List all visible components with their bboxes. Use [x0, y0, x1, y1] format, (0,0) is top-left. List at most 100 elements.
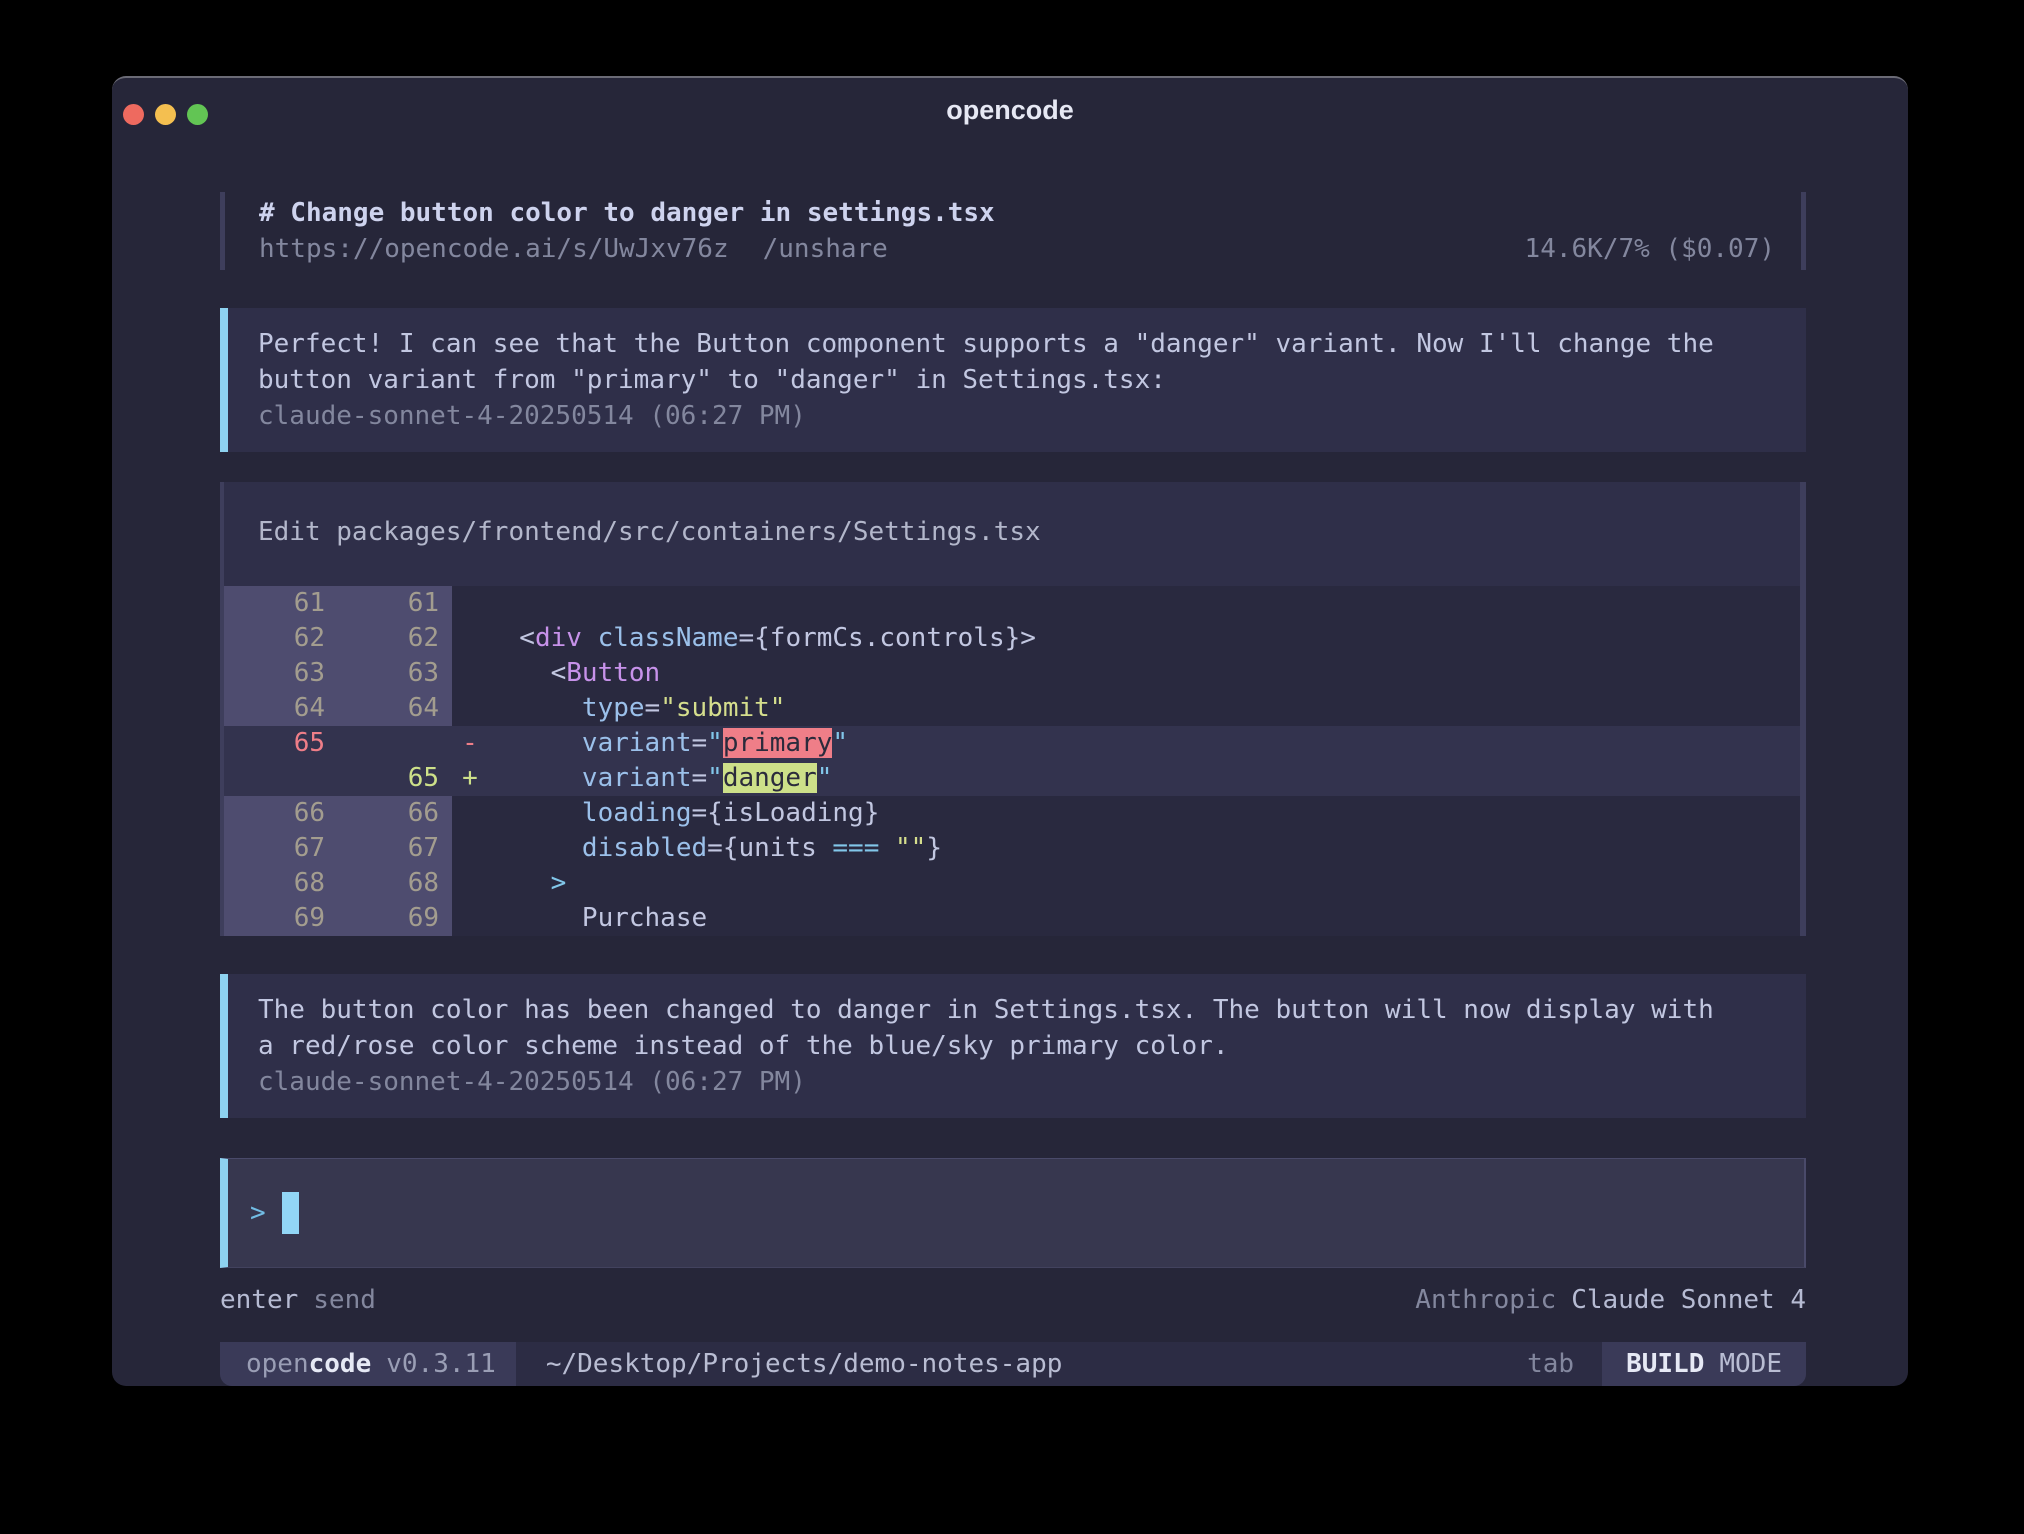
prompt-chevron: > — [250, 1198, 266, 1228]
code-token: " — [832, 728, 848, 758]
diff-rows: 616162 62 <div className={formCs.controls… — [224, 586, 1800, 936]
prompt-input[interactable]: > — [220, 1158, 1806, 1268]
diff-old-line-number — [224, 761, 338, 796]
line-number-text: 67 — [294, 833, 325, 863]
text-cursor — [282, 1192, 299, 1234]
code-token: = — [645, 693, 661, 723]
opencode-window: opencode # Change button color to danger… — [112, 76, 1908, 1386]
diff-new-line-number: 67 — [338, 831, 452, 866]
build-mode-chip: BUILDMODE — [1602, 1342, 1806, 1386]
line-number-text: 69 — [408, 903, 439, 933]
line-number-text: 69 — [294, 903, 325, 933]
diff-old-line-number: 62 — [224, 621, 338, 656]
diff-old-line-number: 69 — [224, 901, 338, 936]
minimize-window-button[interactable] — [155, 104, 176, 125]
diff-code-line — [488, 586, 1800, 621]
diff-row: 65+ variant="danger" — [224, 761, 1800, 796]
session-share-url[interactable]: https://opencode.ai/s/UwJxv76z — [259, 234, 729, 264]
message-meta: claude-sonnet-4-20250514 (06:27 PM) — [258, 398, 1776, 434]
assistant-message: The button color has been changed to dan… — [220, 974, 1806, 1118]
code-token: " — [707, 763, 723, 793]
diff-new-line-number: 63 — [338, 656, 452, 691]
unshare-command[interactable]: /unshare — [763, 234, 888, 264]
code-token: = — [692, 728, 708, 758]
message-line: a red/rose color scheme instead of the b… — [258, 1028, 1776, 1064]
diff-new-line-number: 69 — [338, 901, 452, 936]
diff-sign — [452, 691, 488, 726]
code-token — [488, 868, 551, 898]
code-token: = — [707, 833, 723, 863]
send-hint: entersend — [220, 1284, 376, 1316]
model-indicator: Anthropic Claude Sonnet 4 — [1415, 1284, 1806, 1316]
code-token: "submit" — [660, 693, 785, 723]
line-number-text: 64 — [408, 693, 439, 723]
tab-key-hint[interactable]: tab — [1527, 1349, 1574, 1379]
line-number-text: 65 — [408, 763, 439, 793]
line-number-text: 65 — [294, 728, 325, 758]
code-token: variant — [582, 728, 692, 758]
diff-row: 65- variant="primary" — [224, 726, 1800, 761]
zoom-window-button[interactable] — [187, 104, 208, 125]
line-number-text: 62 — [294, 623, 325, 653]
diff-sign — [452, 656, 488, 691]
hint-row: entersend Anthropic Claude Sonnet 4 — [220, 1284, 1806, 1316]
diff-old-line-number: 66 — [224, 796, 338, 831]
code-token: " — [707, 728, 723, 758]
model-provider: Anthropic — [1415, 1285, 1556, 1315]
code-token: loading — [582, 798, 692, 828]
window-titlebar: opencode — [112, 78, 1908, 140]
diff-new-line-number: 68 — [338, 866, 452, 901]
diff-code-line: Purchase — [488, 901, 1800, 936]
code-token: } — [926, 833, 942, 863]
line-number-text: 63 — [294, 658, 325, 688]
mode-mode-label: MODE — [1719, 1349, 1782, 1379]
diff-old-line-number: 67 — [224, 831, 338, 866]
model-name: Claude Sonnet 4 — [1571, 1285, 1806, 1315]
app-name-code: code — [309, 1349, 372, 1379]
line-number-text: 64 — [294, 693, 325, 723]
line-number-text: 63 — [408, 658, 439, 688]
diff-code-line: variant="danger" — [488, 761, 1800, 796]
window-title: opencode — [112, 78, 1908, 142]
edit-tool-title: Edit packages/frontend/src/containers/Se… — [224, 482, 1800, 586]
message-line: Perfect! I can see that the Button compo… — [258, 326, 1776, 362]
code-token: = — [738, 623, 754, 653]
diff-row: 6161 — [224, 586, 1800, 621]
session-links: https://opencode.ai/s/UwJxv76z/unshare — [259, 232, 888, 266]
close-window-button[interactable] — [123, 104, 144, 125]
status-right: tab BUILDMODE — [1527, 1342, 1806, 1386]
session-subheader: https://opencode.ai/s/UwJxv76z/unshare 1… — [259, 232, 1775, 266]
diff-new-line-number: 66 — [338, 796, 452, 831]
status-bar: opencodev0.3.11 ~/Desktop/Projects/demo-… — [220, 1342, 1806, 1386]
code-token: > — [551, 868, 567, 898]
diff-sign — [452, 866, 488, 901]
message-meta: claude-sonnet-4-20250514 (06:27 PM) — [258, 1064, 1776, 1100]
code-token: type — [582, 693, 645, 723]
code-token — [488, 833, 582, 863]
diff-new-line-number: 65 — [338, 761, 452, 796]
code-token: === — [832, 833, 879, 863]
code-token: Button — [566, 658, 660, 688]
working-directory: ~/Desktop/Projects/demo-notes-app — [546, 1349, 1063, 1379]
diff-sign — [452, 586, 488, 621]
diff-row: 6666 loading={isLoading} — [224, 796, 1800, 831]
code-token: className — [598, 623, 739, 653]
diff-code-line: <div className={formCs.controls}> — [488, 621, 1800, 656]
diff-old-line-number: 68 — [224, 866, 338, 901]
diff-sign — [452, 901, 488, 936]
diff-sign — [452, 831, 488, 866]
send-action-label: send — [313, 1285, 376, 1315]
diff-new-line-number: 64 — [338, 691, 452, 726]
code-token — [879, 833, 895, 863]
diff-row: 62 62 <div className={formCs.controls}> — [224, 621, 1800, 656]
diff-code-line: disabled={units === ""} — [488, 831, 1800, 866]
code-token: {units — [723, 833, 833, 863]
diff-new-line-number — [338, 726, 452, 761]
code-token — [582, 623, 598, 653]
code-token: danger — [723, 763, 817, 793]
code-token: variant — [582, 763, 692, 793]
line-number-text: 62 — [408, 623, 439, 653]
code-token: " — [817, 763, 833, 793]
session-title: # Change button color to danger in setti… — [259, 194, 1775, 232]
app-name-open: open — [246, 1349, 309, 1379]
